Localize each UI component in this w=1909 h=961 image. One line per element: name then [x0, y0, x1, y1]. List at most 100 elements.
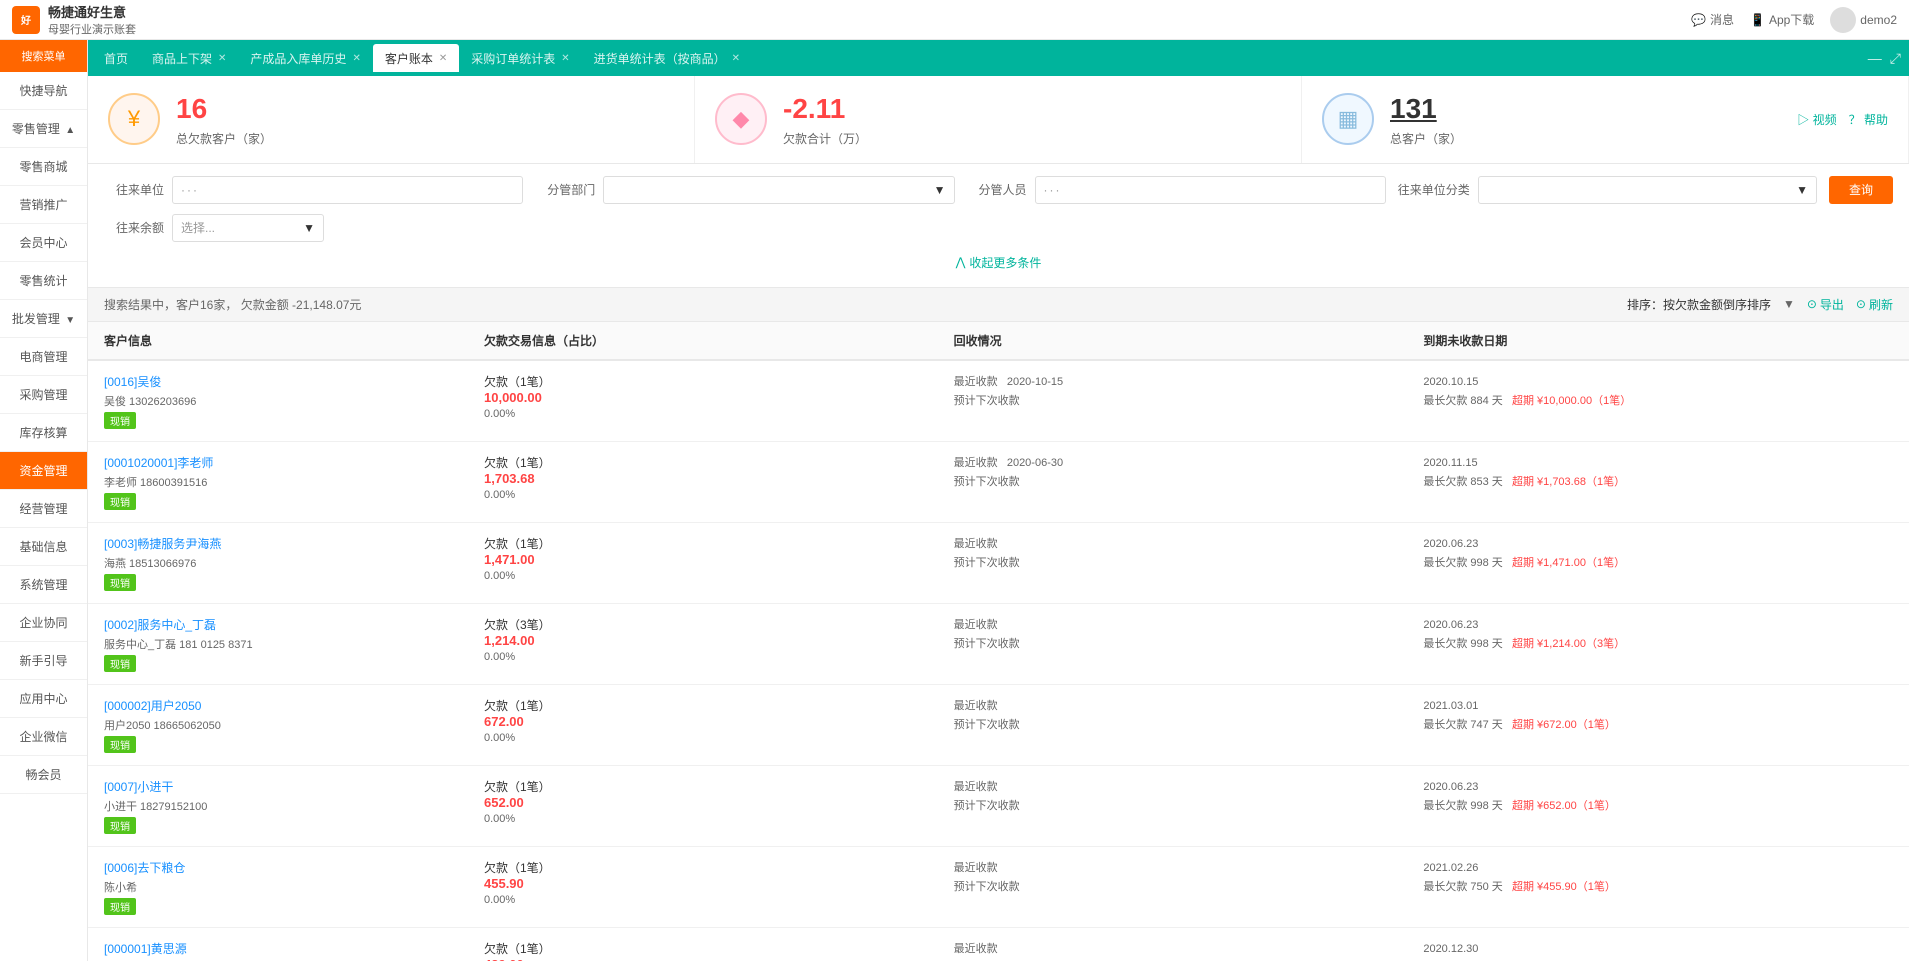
customer-name-link[interactable]: [000002]用户2050	[104, 699, 201, 713]
tab-bar: 首页 商品上下架 ✕ 产成品入库单历史 ✕ 客户账本 ✕ 采购订单统计表 ✕ 进…	[88, 40, 1909, 76]
overdue-info: 2020.10.15 最长欠款 884 天 超期 ¥10,000.00（1笔）	[1423, 373, 1893, 413]
sidebar-item-quick-nav[interactable]: 快捷导航	[0, 72, 87, 110]
top-bar: 好 畅捷通好生意 母婴行业演示账套 💬 消息 📱 App下载 demo2	[0, 0, 1909, 40]
dept-select[interactable]: ▼	[603, 176, 954, 204]
overdue-link[interactable]: 超期 ¥455.90（1笔）	[1512, 881, 1616, 893]
sidebar-item-system[interactable]: 系统管理	[0, 566, 87, 604]
overdue-link[interactable]: 超期 ¥652.00（1笔）	[1512, 800, 1616, 812]
customer-name-link[interactable]: [0003]畅捷服务尹海燕	[104, 537, 221, 551]
overdue-link[interactable]: 超期 ¥1,703.68（1笔）	[1512, 476, 1625, 488]
dept-label: 分管部门	[535, 181, 595, 198]
customer-name-link[interactable]: [0007]小进干	[104, 780, 173, 794]
customer-tag: 现销	[104, 574, 136, 591]
tab-home[interactable]: 首页	[92, 44, 140, 72]
overdue-info: 2020.11.15 最长欠款 853 天 超期 ¥1,703.68（1笔）	[1423, 454, 1893, 494]
table-row: [0007]小进干 小进干 18279152100 现销 欠款（1笔） 652.…	[88, 766, 1909, 847]
help-btn[interactable]: ？ 帮助	[1849, 111, 1888, 128]
download-btn[interactable]: 📱 App下载	[1750, 11, 1814, 28]
sidebar-item-member-plus[interactable]: 畅会员	[0, 756, 87, 794]
sort-label: 排序：按欠款金额倒序排序	[1627, 296, 1771, 313]
tab-purchase-order[interactable]: 采购订单统计表 ✕	[459, 44, 581, 72]
industry-label: 母婴行业演示账套	[48, 21, 136, 37]
customer-name-link[interactable]: [0006]去下粮仓	[104, 861, 185, 875]
stat-label-2: 欠款合计（万）	[783, 130, 1281, 147]
debt-amount[interactable]: 10,000.00	[484, 390, 954, 405]
customer-info: [0016]吴俊 吴俊 13026203696 现销	[104, 373, 484, 429]
sidebar-item-ops[interactable]: 经营管理	[0, 490, 87, 528]
export-icon: ⊙	[1807, 297, 1817, 311]
debt-info: 欠款（1笔） 455.90 0.00%	[484, 859, 954, 906]
table-row: [0001020001]李老师 李老师 18600391516 现销 欠款（1笔…	[88, 442, 1909, 523]
remaining-select[interactable]: 选择... ▼	[172, 214, 324, 242]
customer-name-link[interactable]: [0002]服务中心_丁磊	[104, 618, 216, 632]
sidebar-item-batch-mgmt[interactable]: 批发管理 ▼	[0, 300, 87, 338]
col-customer: 客户信息	[104, 332, 484, 349]
sidebar-item-retail-stat[interactable]: 零售统计	[0, 262, 87, 300]
sidebar-item-finance[interactable]: 资金管理	[0, 452, 87, 490]
debt-amount[interactable]: 672.00	[484, 714, 954, 729]
sidebar-item-app-center[interactable]: 应用中心	[0, 680, 87, 718]
tab-close-purchase-order[interactable]: ✕	[561, 53, 569, 64]
customer-name-link[interactable]: [000001]黄思源	[104, 942, 187, 956]
collapse-button[interactable]: ⋀ 收起更多条件	[104, 250, 1893, 275]
stat-info-3: 131 总客户（家）	[1390, 92, 1781, 147]
sidebar-item-member[interactable]: 会员中心	[0, 224, 87, 262]
message-btn[interactable]: 💬 消息	[1691, 11, 1734, 28]
tab-inventory-stat[interactable]: 进货单统计表（按商品） ✕	[582, 44, 752, 72]
overdue-info: 2020.06.23 最长欠款 998 天 超期 ¥1,471.00（1笔）	[1423, 535, 1893, 575]
debt-amount[interactable]: 455.90	[484, 876, 954, 891]
chevron-up-icon: ⋀	[956, 255, 966, 269]
stat-card-1: ¥ 16 总欠款客户（家）	[88, 76, 695, 163]
sidebar-item-enterprise-wechat[interactable]: 企业微信	[0, 718, 87, 756]
sidebar-item-marketing[interactable]: 营销推广	[0, 186, 87, 224]
tab-close-products[interactable]: ✕	[218, 53, 226, 64]
top-bar-left: 好 畅捷通好生意 母婴行业演示账套	[12, 2, 136, 37]
sidebar-item-basic[interactable]: 基础信息	[0, 528, 87, 566]
debt-amount[interactable]: 1,471.00	[484, 552, 954, 567]
sidebar-item-enterprise-collab[interactable]: 企业协同	[0, 604, 87, 642]
avatar-image	[1830, 7, 1856, 33]
refresh-btn[interactable]: ⊙ 刷新	[1856, 296, 1893, 313]
overdue-link[interactable]: 超期 ¥672.00（1笔）	[1512, 719, 1616, 731]
person-input[interactable]: ···	[1035, 176, 1386, 204]
tab-maximize-btn[interactable]: ⤢	[1890, 50, 1901, 67]
overdue-link[interactable]: 超期 ¥10,000.00（1笔）	[1512, 395, 1631, 407]
sidebar-item-guide[interactable]: 新手引导	[0, 642, 87, 680]
sidebar-item-retail-mgmt[interactable]: 零售管理 ▲	[0, 110, 87, 148]
source-unit-input[interactable]: ···	[172, 176, 523, 204]
tab-bar-actions: — ⤢	[1868, 50, 1905, 67]
overdue-link[interactable]: 超期 ¥1,471.00（1笔）	[1512, 557, 1625, 569]
unit-category-select[interactable]: ▼	[1478, 176, 1817, 204]
export-btn[interactable]: ⊙ 导出	[1807, 296, 1844, 313]
results-actions: 排序：按欠款金额倒序排序 ▼ ⊙ 导出 ⊙ 刷新	[1627, 296, 1893, 313]
tab-production[interactable]: 产成品入库单历史 ✕	[238, 44, 372, 72]
debt-amount[interactable]: 1,214.00	[484, 633, 954, 648]
tab-minimize-btn[interactable]: —	[1868, 50, 1882, 66]
view-btn[interactable]: ▷ 视频	[1797, 111, 1836, 128]
tab-close-customer-account[interactable]: ✕	[439, 53, 447, 64]
sidebar-item-ecommerce[interactable]: 电商管理	[0, 338, 87, 376]
stat-value-2: -2.11	[783, 92, 1281, 126]
sidebar-item-inventory[interactable]: 库存核算	[0, 414, 87, 452]
debt-amount[interactable]: 652.00	[484, 795, 954, 810]
logo-area: 畅捷通好生意 母婴行业演示账套	[48, 2, 136, 37]
sidebar-item-purchase[interactable]: 采购管理	[0, 376, 87, 414]
payback-info: 最近收款 预计下次收款	[954, 616, 1424, 656]
tab-close-production[interactable]: ✕	[352, 53, 360, 64]
debt-amount[interactable]: 429.00	[484, 957, 954, 961]
filter-unit-category: 往来单位分类 ▼	[1398, 176, 1817, 204]
overdue-link[interactable]: 超期 ¥1,214.00（3笔）	[1512, 638, 1625, 650]
sidebar-item-retail-mall[interactable]: 零售商城	[0, 148, 87, 186]
customer-tag: 现销	[104, 898, 136, 915]
tab-close-inventory-stat[interactable]: ✕	[732, 53, 740, 64]
user-avatar[interactable]: demo2	[1830, 7, 1897, 33]
tab-products[interactable]: 商品上下架 ✕	[140, 44, 238, 72]
tab-customer-account[interactable]: 客户账本 ✕	[373, 44, 459, 72]
query-button[interactable]: 查询	[1829, 176, 1893, 204]
debt-amount[interactable]: 1,703.68	[484, 471, 954, 486]
sidebar-item-search[interactable]: 搜索菜单	[0, 40, 87, 72]
filter-source-unit: 往来单位 ···	[104, 176, 523, 204]
customer-name-link[interactable]: [0016]吴俊	[104, 375, 161, 389]
customer-name-link[interactable]: [0001020001]李老师	[104, 456, 213, 470]
payback-info: 最近收款 预计下次收款	[954, 859, 1424, 899]
